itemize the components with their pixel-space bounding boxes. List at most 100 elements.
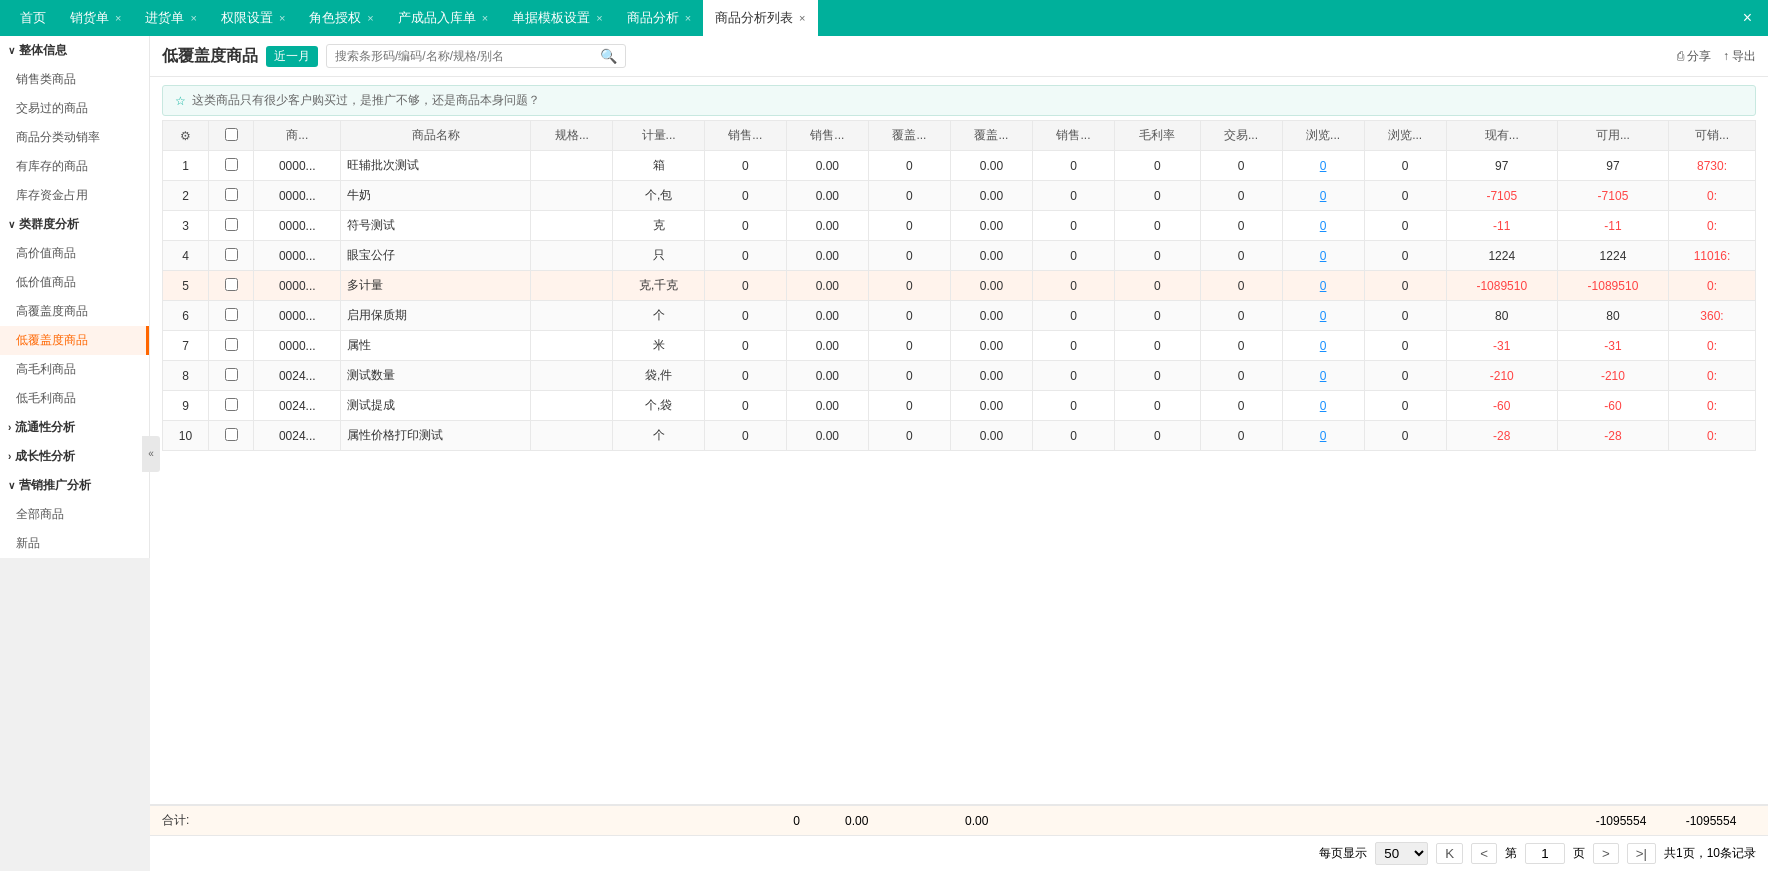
row-browse1[interactable]: 0 bbox=[1282, 181, 1364, 211]
export-btn[interactable]: ↑ 导出 bbox=[1723, 48, 1756, 65]
row-check[interactable] bbox=[225, 368, 238, 381]
next-page-btn[interactable]: > bbox=[1593, 843, 1619, 864]
select-all-checkbox[interactable] bbox=[225, 128, 238, 141]
nav-template-close[interactable]: × bbox=[596, 12, 602, 24]
row-cover2: 0.00 bbox=[950, 301, 1032, 331]
browse1-link[interactable]: 0 bbox=[1320, 219, 1327, 233]
sidebar-item-category-rate[interactable]: 商品分类动销率 bbox=[0, 123, 149, 152]
row-checkbox[interactable] bbox=[209, 211, 254, 241]
sidebar-section-growth[interactable]: › 成长性分析 bbox=[0, 442, 149, 471]
row-check[interactable] bbox=[225, 278, 238, 291]
col-checkbox[interactable] bbox=[209, 121, 254, 151]
row-checkbox[interactable] bbox=[209, 391, 254, 421]
sidebar-item-high-gross[interactable]: 高毛利商品 bbox=[0, 355, 149, 384]
row-browse1[interactable]: 0 bbox=[1282, 211, 1364, 241]
nav-analysis-list[interactable]: 商品分析列表 × bbox=[703, 0, 817, 36]
row-check[interactable] bbox=[225, 338, 238, 351]
row-browse1[interactable]: 0 bbox=[1282, 391, 1364, 421]
sidebar-collapse-btn[interactable]: « bbox=[142, 436, 160, 472]
sidebar-item-low-value[interactable]: 低价值商品 bbox=[0, 268, 149, 297]
nav-sales-close[interactable]: × bbox=[115, 12, 121, 24]
row-check[interactable] bbox=[225, 218, 238, 231]
row-browse1[interactable]: 0 bbox=[1282, 361, 1364, 391]
row-browse1[interactable]: 0 bbox=[1282, 301, 1364, 331]
nav-permissions-close[interactable]: × bbox=[279, 12, 285, 24]
browse1-link[interactable]: 0 bbox=[1320, 369, 1327, 383]
sidebar-item-traded-goods[interactable]: 交易过的商品 bbox=[0, 94, 149, 123]
nav-sales[interactable]: 销货单 × bbox=[58, 0, 133, 36]
nav-purchase-close[interactable]: × bbox=[190, 12, 196, 24]
nav-analysis-list-close[interactable]: × bbox=[799, 12, 805, 24]
row-checkbox[interactable] bbox=[209, 331, 254, 361]
page-input[interactable] bbox=[1525, 843, 1565, 864]
nav-template[interactable]: 单据模板设置 × bbox=[500, 0, 614, 36]
row-checkbox[interactable] bbox=[209, 151, 254, 181]
last-page-btn[interactable]: >| bbox=[1627, 843, 1656, 864]
sidebar-item-sales-goods[interactable]: 销售类商品 bbox=[0, 65, 149, 94]
row-check[interactable] bbox=[225, 398, 238, 411]
row-checkbox[interactable] bbox=[209, 181, 254, 211]
browse1-link[interactable]: 0 bbox=[1320, 159, 1327, 173]
time-tag-btn[interactable]: 近一月 bbox=[266, 46, 318, 67]
row-browse1[interactable]: 0 bbox=[1282, 151, 1364, 181]
nav-roles[interactable]: 角色授权 × bbox=[297, 0, 385, 36]
sidebar-item-high-value[interactable]: 高价值商品 bbox=[0, 239, 149, 268]
nav-products-in[interactable]: 产成品入库单 × bbox=[386, 0, 500, 36]
row-cover1: 0 bbox=[868, 151, 950, 181]
nav-analysis[interactable]: 商品分析 × bbox=[615, 0, 703, 36]
nav-close-all[interactable]: × bbox=[1735, 9, 1760, 27]
row-browse2: 0 bbox=[1364, 181, 1446, 211]
share-btn[interactable]: ⎙ 分享 bbox=[1677, 48, 1711, 65]
nav-products-in-close[interactable]: × bbox=[482, 12, 488, 24]
sidebar-item-all-goods[interactable]: 全部商品 bbox=[0, 500, 149, 529]
sidebar-item-low-gross[interactable]: 低毛利商品 bbox=[0, 384, 149, 413]
sidebar-item-stock-capital[interactable]: 库存资金占用 bbox=[0, 181, 149, 210]
browse1-link[interactable]: 0 bbox=[1320, 309, 1327, 323]
row-checkbox[interactable] bbox=[209, 301, 254, 331]
sidebar-section-overall[interactable]: ∨ 整体信息 bbox=[0, 36, 149, 65]
nav-permissions[interactable]: 权限设置 × bbox=[209, 0, 297, 36]
row-checkbox[interactable] bbox=[209, 271, 254, 301]
row-check[interactable] bbox=[225, 308, 238, 321]
browse1-link[interactable]: 0 bbox=[1320, 399, 1327, 413]
per-page-select[interactable]: 50 20 100 200 bbox=[1375, 842, 1428, 865]
sidebar-section-flow[interactable]: › 流通性分析 bbox=[0, 413, 149, 442]
row-check[interactable] bbox=[225, 158, 238, 171]
row-check[interactable] bbox=[225, 428, 238, 441]
browse1-link[interactable]: 0 bbox=[1320, 189, 1327, 203]
search-icon[interactable]: 🔍 bbox=[600, 48, 617, 64]
browse1-link[interactable]: 0 bbox=[1320, 279, 1327, 293]
sidebar-item-new-goods[interactable]: 新品 bbox=[0, 529, 149, 558]
nav-analysis-label: 商品分析 bbox=[627, 9, 679, 27]
prev-page-btn[interactable]: < bbox=[1471, 843, 1497, 864]
row-check[interactable] bbox=[225, 188, 238, 201]
row-browse1[interactable]: 0 bbox=[1282, 421, 1364, 451]
sidebar-section-group[interactable]: ∨ 类群度分析 bbox=[0, 210, 149, 239]
row-check[interactable] bbox=[225, 248, 238, 261]
nav-analysis-close[interactable]: × bbox=[685, 12, 691, 24]
browse1-link[interactable]: 0 bbox=[1320, 429, 1327, 443]
nav-purchase[interactable]: 进货单 × bbox=[133, 0, 208, 36]
row-browse1[interactable]: 0 bbox=[1282, 271, 1364, 301]
row-browse1[interactable]: 0 bbox=[1282, 241, 1364, 271]
table-row: 9 0024... 测试提成 个,袋 0 0.00 0 0.00 0 0 0 0… bbox=[163, 391, 1756, 421]
sidebar-item-low-cover[interactable]: 低覆盖度商品 bbox=[0, 326, 149, 355]
sidebar-item-stock-goods[interactable]: 有库存的商品 bbox=[0, 152, 149, 181]
nav-roles-close[interactable]: × bbox=[367, 12, 373, 24]
row-browse1[interactable]: 0 bbox=[1282, 331, 1364, 361]
sidebar-section-marketing[interactable]: ∨ 营销推广分析 bbox=[0, 471, 149, 500]
browse1-link[interactable]: 0 bbox=[1320, 339, 1327, 353]
row-cover2: 0.00 bbox=[950, 271, 1032, 301]
search-input[interactable] bbox=[335, 49, 596, 63]
sidebar-item-high-cover[interactable]: 高覆盖度商品 bbox=[0, 297, 149, 326]
browse1-link[interactable]: 0 bbox=[1320, 249, 1327, 263]
first-page-btn[interactable]: K bbox=[1436, 843, 1463, 864]
row-checkbox[interactable] bbox=[209, 241, 254, 271]
col-settings[interactable]: ⚙ bbox=[163, 121, 209, 151]
row-current: 97 bbox=[1446, 151, 1557, 181]
row-num: 7 bbox=[163, 331, 209, 361]
row-checkbox[interactable] bbox=[209, 361, 254, 391]
nav-home[interactable]: 首页 bbox=[8, 0, 58, 36]
row-spec bbox=[531, 241, 613, 271]
row-checkbox[interactable] bbox=[209, 421, 254, 451]
